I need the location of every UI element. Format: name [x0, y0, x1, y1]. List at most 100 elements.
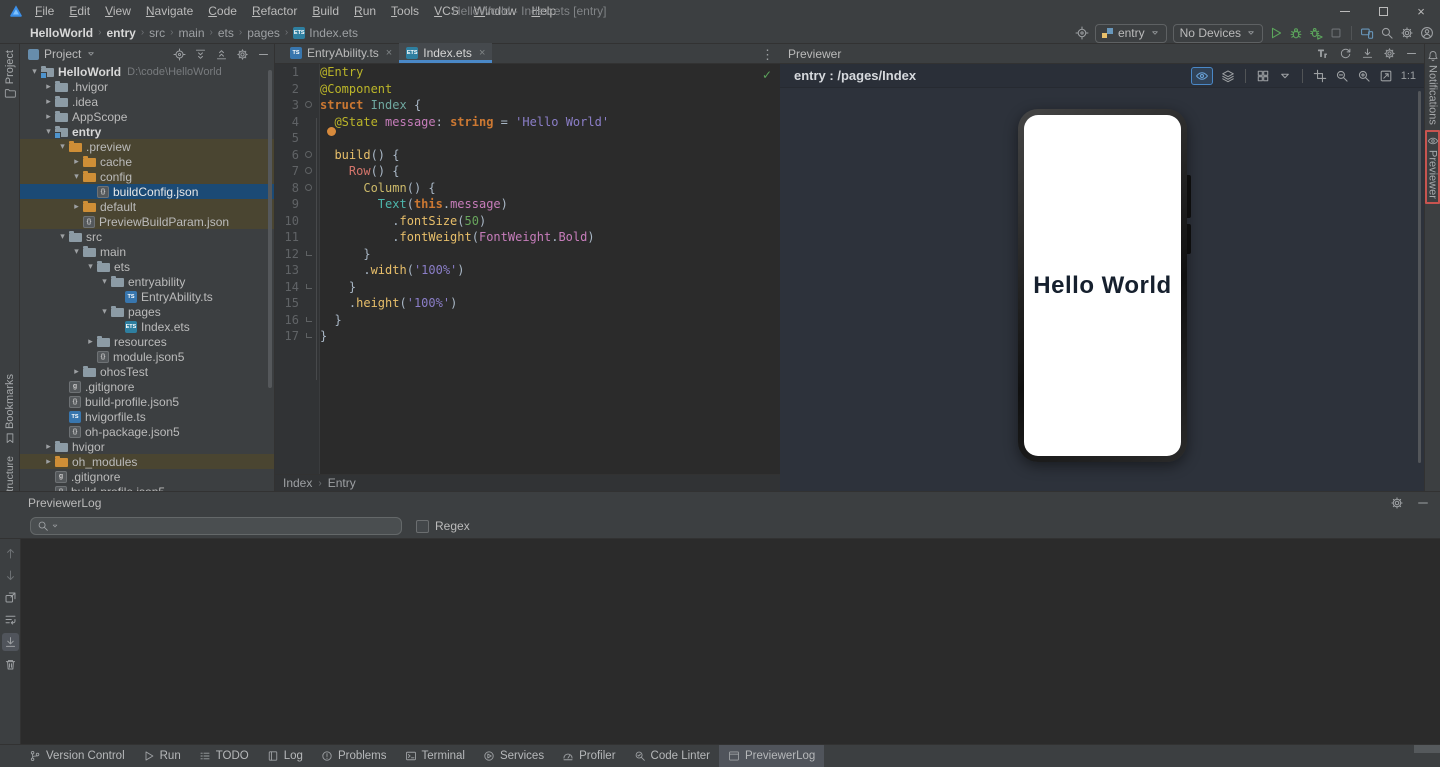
tree-chevron-icon[interactable]: ▸ — [42, 81, 55, 92]
menu-refactor[interactable]: Refactor — [248, 3, 301, 19]
zoom-in-icon[interactable] — [1357, 69, 1371, 83]
collapse-all-icon[interactable] — [215, 48, 228, 61]
breadcrumb-item[interactable]: main — [179, 26, 205, 40]
project-panel-title[interactable]: Project — [44, 47, 81, 61]
menu-tools[interactable]: Tools — [387, 3, 423, 19]
tree-item-default[interactable]: ▸ default — [20, 199, 274, 214]
tab-close-icon[interactable]: × — [386, 47, 392, 59]
breadcrumb-item[interactable]: Entry — [328, 476, 356, 490]
search-everywhere-icon[interactable] — [1380, 26, 1394, 40]
fold-end-icon[interactable] — [306, 283, 312, 289]
fold-start-icon[interactable] — [305, 150, 312, 158]
tree-item-helloworld[interactable]: ▾ HelloWorld D:\code\HelloWorld — [20, 64, 274, 79]
statusbar-code-linter[interactable]: Code Linter — [625, 745, 719, 767]
tree-item-resources[interactable]: ▸ resources — [20, 334, 274, 349]
menu-navigate[interactable]: Navigate — [142, 3, 197, 19]
menu-code[interactable]: Code — [204, 3, 241, 19]
target-icon[interactable] — [1075, 26, 1089, 40]
zoom-ratio-button[interactable]: 1:1 — [1401, 70, 1416, 82]
tree-item-main[interactable]: ▾ main — [20, 244, 274, 259]
device-manager-icon[interactable] — [1360, 26, 1374, 40]
multi-preview-grid-icon[interactable] — [1256, 69, 1270, 83]
close-button[interactable]: × — [1402, 0, 1440, 22]
fold-end-icon[interactable] — [306, 250, 312, 256]
statusbar-log[interactable]: Log — [258, 745, 312, 767]
hide-log-panel-icon[interactable] — [1416, 496, 1430, 510]
account-icon[interactable] — [1420, 26, 1434, 40]
breadcrumb-item[interactable]: ETS Index.ets — [293, 26, 358, 40]
menu-edit[interactable]: Edit — [65, 3, 94, 19]
run-config-select[interactable]: entry — [1094, 23, 1167, 43]
tree-item--gitignore[interactable]: g .gitignore — [20, 469, 274, 484]
log-settings-gear-icon[interactable] — [1390, 496, 1404, 510]
breadcrumb-item[interactable]: HelloWorld — [30, 26, 93, 40]
tree-item-ets[interactable]: ▾ ets — [20, 259, 274, 274]
breadcrumb-item[interactable]: ets — [218, 26, 234, 40]
scroll-up-icon[interactable] — [4, 547, 17, 560]
tree-item-cache[interactable]: ▸ cache — [20, 154, 274, 169]
tree-item-ohostest[interactable]: ▸ ohosTest — [20, 364, 274, 379]
fit-screen-icon[interactable] — [1379, 69, 1393, 83]
notifications-tool-button[interactable]: Notifications — [1425, 50, 1440, 125]
tab-options-icon[interactable]: ⋮ — [761, 47, 774, 63]
tree-item-config[interactable]: ▾ config — [20, 169, 274, 184]
tree-item-build-profile-json5[interactable]: {}build-profile.json5 — [20, 484, 274, 491]
tree-item-appscope[interactable]: ▸ AppScope — [20, 109, 274, 124]
tree-item-src[interactable]: ▾ src — [20, 229, 274, 244]
tree-chevron-icon[interactable]: ▸ — [70, 156, 83, 167]
chevron-down-icon[interactable] — [1278, 69, 1292, 83]
tree-chevron-icon[interactable]: ▾ — [84, 261, 97, 272]
tree-item-index-ets[interactable]: ETS Index.ets — [20, 319, 274, 334]
tree-chevron-icon[interactable]: ▸ — [70, 201, 83, 212]
inspection-ok-icon[interactable]: ✓ — [762, 68, 772, 82]
editor-tab-index-ets[interactable]: ETS Index.ets × — [399, 43, 493, 63]
intention-dot-icon[interactable] — [327, 127, 336, 136]
fold-end-icon[interactable] — [306, 333, 312, 338]
dock-icon[interactable] — [1361, 47, 1374, 60]
previewer-canvas[interactable]: Hello World — [780, 89, 1424, 491]
regex-option[interactable]: Regex — [416, 519, 470, 533]
tree-item-oh-modules[interactable]: ▸ oh_modules — [20, 454, 274, 469]
minimize-button[interactable] — [1326, 0, 1364, 22]
zoom-out-icon[interactable] — [1335, 69, 1349, 83]
fold-end-icon[interactable] — [306, 316, 312, 322]
preview-mode-button[interactable] — [1190, 66, 1213, 85]
tree-item-buildconfig-json[interactable]: {} buildConfig.json — [20, 184, 274, 199]
fold-start-icon[interactable] — [305, 101, 312, 108]
tree-item-entryability-ts[interactable]: TS EntryAbility.ts — [20, 289, 274, 304]
tree-chevron-icon[interactable]: ▸ — [42, 441, 55, 452]
tree-item-hvigor[interactable]: ▸ hvigor — [20, 439, 274, 454]
menu-view[interactable]: View — [101, 3, 135, 19]
tree-chevron-icon[interactable]: ▾ — [98, 306, 111, 317]
statusbar-profiler[interactable]: Profiler — [553, 745, 624, 767]
bookmarks-tool-button[interactable]: Bookmarks — [0, 374, 19, 444]
tree-chevron-icon[interactable]: ▾ — [98, 276, 111, 287]
soft-wrap-icon[interactable] — [4, 613, 17, 626]
export-log-icon[interactable] — [4, 591, 17, 604]
tree-chevron-icon[interactable]: ▸ — [70, 366, 83, 377]
tree-chevron-icon[interactable]: ▸ — [42, 456, 55, 467]
tree-chevron-icon[interactable]: ▾ — [56, 231, 69, 242]
tree-item-previewbuildparam-json[interactable]: {} PreviewBuildParam.json — [20, 214, 274, 229]
tree-chevron-icon[interactable]: ▸ — [42, 96, 55, 107]
statusbar-version-control[interactable]: Version Control — [20, 745, 134, 767]
hide-panel-icon[interactable] — [257, 48, 270, 61]
tab-close-icon[interactable]: × — [479, 47, 485, 59]
tree-chevron-icon[interactable]: ▾ — [70, 171, 83, 182]
device-select[interactable]: No Devices — [1172, 23, 1263, 43]
statusbar-terminal[interactable]: Terminal — [396, 745, 474, 767]
statusbar-previewerlog[interactable]: PreviewerLog — [719, 744, 825, 767]
font-size-icon[interactable] — [1317, 47, 1330, 60]
tree-chevron-icon[interactable]: ▸ — [84, 336, 97, 347]
resize-grip[interactable] — [1414, 745, 1440, 753]
hide-previewer-icon[interactable] — [1405, 47, 1418, 60]
log-output-area[interactable] — [0, 538, 1440, 746]
fold-start-icon[interactable] — [305, 183, 312, 191]
statusbar-run[interactable]: Run — [134, 745, 190, 767]
tree-item-pages[interactable]: ▾ pages — [20, 304, 274, 319]
project-tool-button[interactable]: Project — [0, 50, 19, 99]
menu-file[interactable]: File — [31, 3, 58, 19]
tree-item-hvigorfile-ts[interactable]: TS hvigorfile.ts — [20, 409, 274, 424]
run-button[interactable] — [1269, 26, 1283, 40]
expand-all-icon[interactable] — [194, 48, 207, 61]
